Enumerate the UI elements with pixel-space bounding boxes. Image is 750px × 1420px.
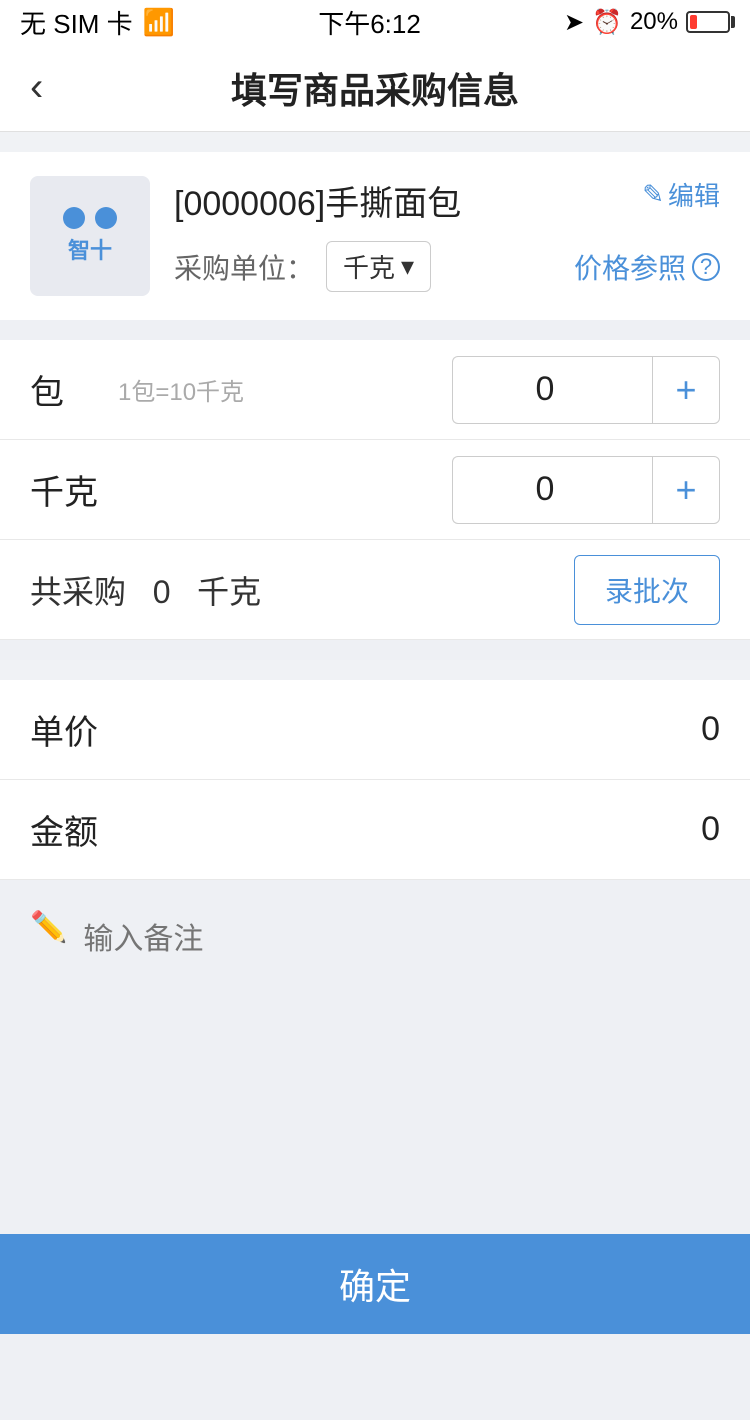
edit-icon: ✎ xyxy=(642,179,664,210)
nav-bar: ‹ 填写商品采购信息 xyxy=(0,44,750,132)
price-ref-button[interactable]: 价格参照 ? xyxy=(574,247,720,287)
section-divider-1 xyxy=(0,320,750,340)
record-batch-button[interactable]: 录批次 xyxy=(574,555,720,625)
owl-eyes xyxy=(63,207,117,229)
help-icon: ? xyxy=(692,253,720,281)
battery-text: 20% xyxy=(630,8,678,36)
kg-plus-button[interactable]: + xyxy=(652,456,720,524)
owl-eye-right xyxy=(95,207,117,229)
unit-dropdown[interactable]: 千克 ▾ xyxy=(326,241,431,292)
page-title: 填写商品采购信息 xyxy=(231,62,519,114)
product-thumbnail: 智十 xyxy=(30,176,150,296)
product-name: [0000006]手撕面包 xyxy=(174,176,461,225)
owl-text: 智十 xyxy=(68,233,112,265)
total-text: 共采购 0 千克 xyxy=(30,567,261,613)
pricing-section: 单价 0 金额 0 xyxy=(0,680,750,880)
kg-row: 千克 + xyxy=(0,440,750,540)
remark-input[interactable] xyxy=(83,910,720,970)
status-bar: 无 SIM 卡 📶 下午6:12 ➤ ⏰ 20% xyxy=(0,0,750,44)
confirm-button[interactable]: 确定 xyxy=(0,1234,750,1334)
product-card: 智十 [0000006]手撕面包 ✎ 编辑 采购单位： 千克 ▾ 价格参照 ? xyxy=(0,152,750,320)
battery-icon xyxy=(686,11,730,33)
kg-label: 千克 xyxy=(30,465,110,514)
bag-label: 包 xyxy=(30,365,110,414)
unit-price-value: 0 xyxy=(701,710,720,749)
carrier-text: 无 SIM 卡 xyxy=(20,4,133,41)
total-row: 共采购 0 千克 录批次 xyxy=(0,540,750,640)
remark-section: ✏️ xyxy=(0,880,750,1120)
bag-row: 包 1包=10千克 + xyxy=(0,340,750,440)
quantity-section: 包 1包=10千克 + 千克 + xyxy=(0,340,750,540)
unit-label: 采购单位： xyxy=(174,247,314,287)
owl-eye-left xyxy=(63,207,85,229)
chevron-down-icon: ▾ xyxy=(401,251,414,282)
edit-button[interactable]: ✎ 编辑 xyxy=(642,176,720,213)
amount-label: 金额 xyxy=(30,805,98,854)
unit-price-row: 单价 0 xyxy=(0,680,750,780)
total-value: 0 xyxy=(153,574,171,610)
unit-price-label: 单价 xyxy=(30,705,98,754)
bag-quantity-input-wrap: + xyxy=(452,356,720,424)
amount-row: 金额 0 xyxy=(0,780,750,880)
status-right: ➤ ⏰ 20% xyxy=(564,8,730,37)
price-ref-label: 价格参照 xyxy=(574,247,686,287)
kg-quantity-input-wrap: + xyxy=(452,456,720,524)
bag-sublabel: 1包=10千克 xyxy=(118,372,244,407)
product-unit-row: 采购单位： 千克 ▾ 价格参照 ? xyxy=(174,241,720,292)
pencil-icon: ✏️ xyxy=(30,910,67,945)
amount-value: 0 xyxy=(701,810,720,849)
back-button[interactable]: ‹ xyxy=(30,65,90,110)
bag-plus-button[interactable]: + xyxy=(652,356,720,424)
bag-quantity-input[interactable] xyxy=(452,356,652,424)
wifi-icon: 📶 xyxy=(143,7,175,38)
total-label: 共采购 xyxy=(30,574,126,610)
location-icon: ➤ xyxy=(564,8,584,37)
status-left: 无 SIM 卡 📶 xyxy=(20,4,175,41)
unit-value: 千克 xyxy=(343,248,395,285)
edit-label: 编辑 xyxy=(668,176,720,213)
unit-select-wrap: 采购单位： 千克 ▾ xyxy=(174,241,431,292)
product-logo: 智十 xyxy=(50,196,130,276)
total-unit: 千克 xyxy=(197,574,261,610)
status-time: 下午6:12 xyxy=(318,4,421,41)
kg-quantity-input[interactable] xyxy=(452,456,652,524)
section-divider-2 xyxy=(0,640,750,660)
product-info: [0000006]手撕面包 ✎ 编辑 采购单位： 千克 ▾ 价格参照 ? xyxy=(174,176,720,292)
alarm-icon: ⏰ xyxy=(592,8,622,37)
